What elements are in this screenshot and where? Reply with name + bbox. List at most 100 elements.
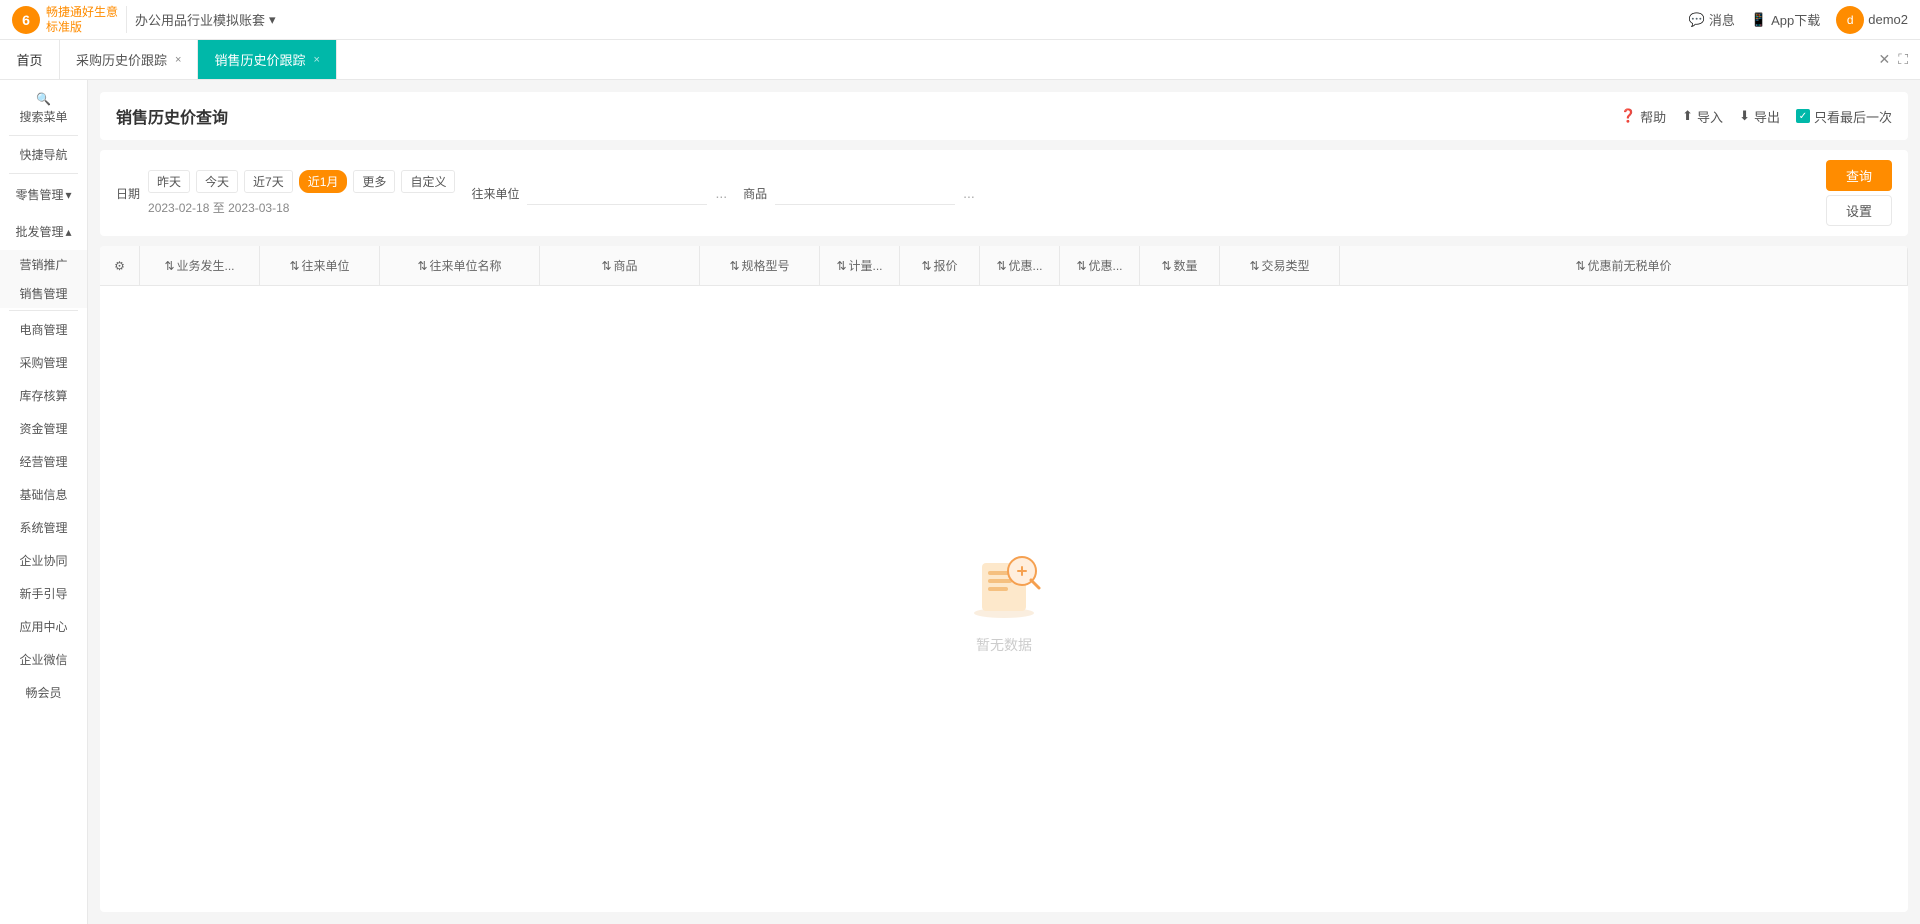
sort-icon-spec: ⇅ <box>729 259 739 273</box>
chevron-down-icon-retail: ▾ <box>65 188 71 202</box>
sort-icon-unit: ⇅ <box>836 259 846 273</box>
help-button[interactable]: ❓ 帮助 <box>1620 107 1666 126</box>
messages-button[interactable]: 💬 消息 <box>1689 10 1735 29</box>
th-date[interactable]: ⇅ 业务发生... <box>140 246 260 285</box>
sidebar-item-purchase[interactable]: 采购管理 <box>0 346 87 379</box>
sidebar-divider-3 <box>9 310 79 311</box>
unit-filter-input[interactable] <box>527 182 707 205</box>
date-btn-group: 昨天 今天 近7天 近1月 更多 自定义 <box>148 170 455 193</box>
sort-icon-price: ⇅ <box>921 259 931 273</box>
unit-filter-dots[interactable]: ... <box>715 185 727 201</box>
message-icon: 💬 <box>1689 12 1705 28</box>
chevron-down-icon: ▾ <box>269 12 276 28</box>
page-header-actions: ❓ 帮助 ⬆ 导入 ⬇ 导出 ✓ 只看最后一次 <box>1620 107 1892 126</box>
user-menu[interactable]: d demo2 <box>1836 6 1908 34</box>
th-notax[interactable]: ⇅ 优惠前无税单价 <box>1340 246 1908 285</box>
top-bar-right: 💬 消息 📱 App下载 d demo2 <box>1689 6 1908 34</box>
import-icon: ⬆ <box>1682 108 1693 124</box>
sort-icon-qty: ⇅ <box>1161 259 1171 273</box>
main-layout: 🔍 搜索菜单 快捷导航 零售管理 ▾ 批发管理 ▴ 营销推广 销售管理 电商管理… <box>0 80 1920 924</box>
page-title: 销售历史价查询 <box>116 104 228 128</box>
sidebar-sub-marketing[interactable]: 营销推广 <box>0 250 87 279</box>
th-discount2[interactable]: ⇅ 优惠... <box>1060 246 1140 285</box>
date-7days-btn[interactable]: 近7天 <box>244 170 293 193</box>
filter-bar: 日期 昨天 今天 近7天 近1月 更多 自定义 2023-02-18 至 202… <box>100 150 1908 236</box>
top-bar: 6 畅捷通好生意 标准版 办公用品行业模拟账套 ▾ 💬 消息 📱 App下载 d… <box>0 0 1920 40</box>
table-area: ⚙ ⇅ 业务发生... ⇅ 往来单位 ⇅ 往来单位名称 ⇅ 商品 <box>100 246 1908 912</box>
tab-sales-history[interactable]: 销售历史价跟踪 × <box>198 40 336 79</box>
th-settings[interactable]: ⚙ <box>100 246 140 285</box>
sidebar-item-search[interactable]: 🔍 搜索菜单 <box>0 84 87 133</box>
date-1month-btn[interactable]: 近1月 <box>299 170 348 193</box>
close-purchase-tab[interactable]: × <box>175 54 181 66</box>
sidebar-item-cooperation[interactable]: 企业协同 <box>0 544 87 577</box>
sidebar-item-apps[interactable]: 应用中心 <box>0 610 87 643</box>
sidebar-item-ecommerce[interactable]: 电商管理 <box>0 313 87 346</box>
close-sales-tab[interactable]: × <box>313 54 319 66</box>
sidebar-item-retail[interactable]: 零售管理 ▾ <box>0 176 87 213</box>
content-area: 销售历史价查询 ❓ 帮助 ⬆ 导入 ⬇ 导出 ✓ 只看最后一次 <box>88 80 1920 924</box>
th-unit-code[interactable]: ⇅ 往来单位 <box>260 246 380 285</box>
tabs-right: ✕ ⛶ <box>1866 40 1920 79</box>
logo-area: 6 畅捷通好生意 标准版 <box>12 5 118 34</box>
goods-filter-group: 商品 ... <box>743 182 975 205</box>
sidebar-item-inventory[interactable]: 库存核算 <box>0 379 87 412</box>
maximize-window-icon[interactable]: ⛶ <box>1898 51 1908 68</box>
th-trade[interactable]: ⇅ 交易类型 <box>1220 246 1340 285</box>
sort-icon-unit-code: ⇅ <box>289 259 299 273</box>
sidebar-item-basic[interactable]: 基础信息 <box>0 478 87 511</box>
date-yesterday-btn[interactable]: 昨天 <box>148 170 190 193</box>
sidebar-divider-2 <box>9 173 79 174</box>
sidebar-item-member[interactable]: 畅会员 <box>0 676 87 709</box>
date-filter-group: 日期 昨天 今天 近7天 近1月 更多 自定义 2023-02-18 至 202… <box>116 170 455 216</box>
th-qty[interactable]: ⇅ 数量 <box>1140 246 1220 285</box>
sidebar-item-wechat[interactable]: 企业微信 <box>0 643 87 676</box>
th-unit-name[interactable]: ⇅ 往来单位名称 <box>380 246 540 285</box>
th-goods[interactable]: ⇅ 商品 <box>540 246 700 285</box>
query-button[interactable]: 查询 <box>1826 160 1892 191</box>
sidebar-item-quicknav[interactable]: 快捷导航 <box>0 138 87 171</box>
tab-purchase-history[interactable]: 采购历史价跟踪 × <box>60 40 198 79</box>
th-discount1[interactable]: ⇅ 优惠... <box>980 246 1060 285</box>
sidebar-item-wholesale[interactable]: 批发管理 ▴ <box>0 213 87 250</box>
sidebar-item-system[interactable]: 系统管理 <box>0 511 87 544</box>
date-more-btn[interactable]: 更多 <box>353 170 395 193</box>
app-download-button[interactable]: 📱 App下载 <box>1751 10 1820 29</box>
app-selector[interactable]: 办公用品行业模拟账套 ▾ <box>126 6 284 33</box>
export-button[interactable]: ⬇ 导出 <box>1739 107 1780 126</box>
date-custom-btn[interactable]: 自定义 <box>401 170 455 193</box>
sort-icon-goods: ⇅ <box>601 259 611 273</box>
avatar: d <box>1836 6 1864 34</box>
sidebar-item-finance[interactable]: 资金管理 <box>0 412 87 445</box>
th-spec[interactable]: ⇅ 规格型号 <box>700 246 820 285</box>
sidebar-item-operations[interactable]: 经营管理 <box>0 445 87 478</box>
help-icon: ❓ <box>1620 108 1636 124</box>
th-price[interactable]: ⇅ 报价 <box>900 246 980 285</box>
sidebar-divider-1 <box>9 135 79 136</box>
th-unit-measure[interactable]: ⇅ 计量... <box>820 246 900 285</box>
table-header: ⚙ ⇅ 业务发生... ⇅ 往来单位 ⇅ 往来单位名称 ⇅ 商品 <box>100 246 1908 286</box>
tabs-bar: 首页 采购历史价跟踪 × 销售历史价跟踪 × ✕ ⛶ <box>0 40 1920 80</box>
tab-home[interactable]: 首页 <box>0 40 60 79</box>
sidebar-sub-sales[interactable]: 销售管理 <box>0 279 87 308</box>
goods-filter-input[interactable] <box>775 182 955 205</box>
last-only-checkbox-label[interactable]: ✓ 只看最后一次 <box>1796 107 1892 126</box>
date-filters: 昨天 今天 近7天 近1月 更多 自定义 2023-02-18 至 2023-0… <box>148 170 455 216</box>
last-only-checkbox[interactable]: ✓ <box>1796 109 1810 123</box>
sort-icon-unit-name: ⇅ <box>417 259 427 273</box>
close-window-icon[interactable]: ✕ <box>1878 51 1890 68</box>
settings-button[interactable]: 设置 <box>1826 195 1892 226</box>
sidebar-item-newbie[interactable]: 新手引导 <box>0 577 87 610</box>
sort-icon-date: ⇅ <box>164 259 174 273</box>
goods-filter-label: 商品 <box>743 185 767 202</box>
logo-text: 畅捷通好生意 标准版 <box>46 5 118 34</box>
import-button[interactable]: ⬆ 导入 <box>1682 107 1723 126</box>
date-today-btn[interactable]: 今天 <box>196 170 238 193</box>
sort-icon-trade: ⇅ <box>1249 259 1259 273</box>
empty-state: 暂无数据 <box>100 286 1908 912</box>
sort-icon-notax: ⇅ <box>1575 259 1585 273</box>
unit-filter-group: 往来单位 ... <box>471 182 727 205</box>
goods-filter-dots[interactable]: ... <box>963 185 975 201</box>
sort-icon-discount2: ⇅ <box>1076 259 1086 273</box>
page-header: 销售历史价查询 ❓ 帮助 ⬆ 导入 ⬇ 导出 ✓ 只看最后一次 <box>100 92 1908 140</box>
